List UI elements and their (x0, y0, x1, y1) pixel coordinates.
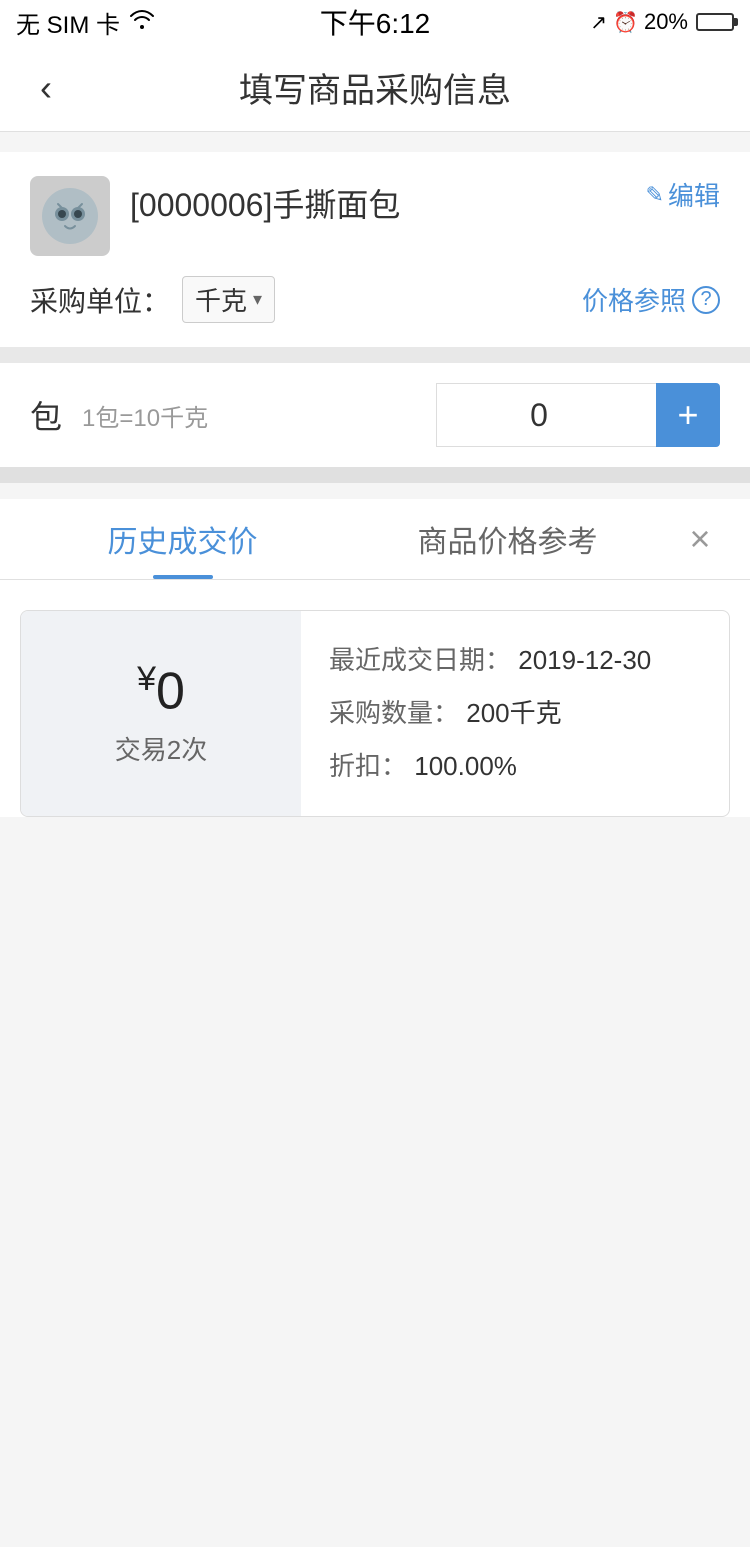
edit-label: 编辑 (668, 176, 720, 213)
trade-recent-date-value: 2019-12-30 (518, 645, 651, 675)
trade-price: ¥0 (137, 660, 185, 721)
quantity-conversion: 1包=10千克 (82, 398, 208, 433)
location-icon: ↗ (590, 10, 607, 35)
trade-quantity-row: 采购数量： 200千克 (329, 694, 701, 733)
trade-discount-value: 100.00% (414, 751, 517, 781)
nav-bar: ‹ 填写商品采购信息 (0, 44, 750, 132)
back-button[interactable]: ‹ (30, 57, 62, 119)
trade-recent-date-row: 最近成交日期： 2019-12-30 (329, 641, 701, 680)
trade-quantity-label: 采购数量： (329, 698, 459, 728)
status-time: 下午6:12 (320, 2, 431, 42)
product-header: [0000006]手撕面包 ✎ 编辑 (30, 176, 720, 256)
quantity-row: 包 1包=10千克 + (0, 363, 750, 467)
currency-symbol: ¥ (137, 660, 156, 698)
tab-product-price-ref-label: 商品价格参考 (418, 517, 598, 561)
main-content (0, 847, 750, 1547)
unit-arrow-icon: ▾ (253, 289, 262, 310)
quantity-input-wrap: + (228, 383, 720, 447)
alarm-icon: ⏰ (613, 10, 638, 35)
battery-percent: 20% (644, 9, 688, 35)
carrier-label: 无 SIM 卡 (16, 5, 120, 40)
trade-card-price-section: ¥0 交易2次 (21, 611, 301, 816)
quantity-plus-button[interactable]: + (656, 383, 720, 447)
unit-value: 千克 (195, 281, 247, 318)
product-name: [0000006]手撕面包 (130, 180, 400, 226)
status-bar: 无 SIM 卡 下午6:12 ↗ ⏰ 20% (0, 0, 750, 44)
price-ref-button[interactable]: 价格参照 ? (582, 281, 720, 318)
trade-quantity-value: 200千克 (466, 698, 561, 728)
product-info: [0000006]手撕面包 (30, 176, 400, 256)
tab-history-price-label: 历史成交价 (108, 517, 258, 561)
trade-discount-label: 折扣： (329, 751, 407, 781)
divider-2 (0, 467, 750, 483)
price-ref-help-icon: ? (692, 286, 720, 314)
product-card: [0000006]手撕面包 ✎ 编辑 采购单位： 千克 ▾ 价格参照 ? (0, 152, 750, 347)
edit-button[interactable]: ✎ 编辑 (646, 176, 720, 213)
trade-card: ¥0 交易2次 最近成交日期： 2019-12-30 采购数量： 200千克 折… (20, 610, 730, 817)
product-unit-row: 采购单位： 千克 ▾ 价格参照 ? (30, 276, 720, 323)
trade-count: 交易2次 (115, 730, 207, 767)
quantity-input[interactable] (436, 383, 656, 447)
tab-product-price-ref[interactable]: 商品价格参考 (345, 499, 670, 579)
unit-label: 采购单位： (30, 280, 170, 320)
trade-recent-date-label: 最近成交日期： (329, 645, 511, 675)
edit-icon: ✎ (646, 182, 664, 208)
product-logo (30, 176, 110, 256)
price-ref-label: 价格参照 (582, 281, 686, 318)
tab-panel: 历史成交价 商品价格参考 × ¥0 交易2次 最近成交日期： 2019-12-3… (0, 499, 750, 817)
status-right: ↗ ⏰ 20% (590, 9, 734, 35)
wifi-icon (128, 8, 156, 36)
tab-close-button[interactable]: × (670, 499, 730, 579)
status-left: 无 SIM 卡 (16, 5, 156, 40)
section-divider (0, 347, 750, 363)
page-title: 填写商品采购信息 (239, 63, 511, 112)
trade-price-value: 0 (156, 663, 185, 721)
tab-bar: 历史成交价 商品价格参考 × (0, 499, 750, 580)
trade-discount-row: 折扣： 100.00% (329, 747, 701, 786)
battery-icon (696, 13, 734, 31)
tab-history-price[interactable]: 历史成交价 (20, 499, 345, 579)
trade-card-details: 最近成交日期： 2019-12-30 采购数量： 200千克 折扣： 100.0… (301, 611, 729, 816)
quantity-unit: 包 (30, 392, 62, 438)
unit-select[interactable]: 千克 ▾ (182, 276, 275, 323)
